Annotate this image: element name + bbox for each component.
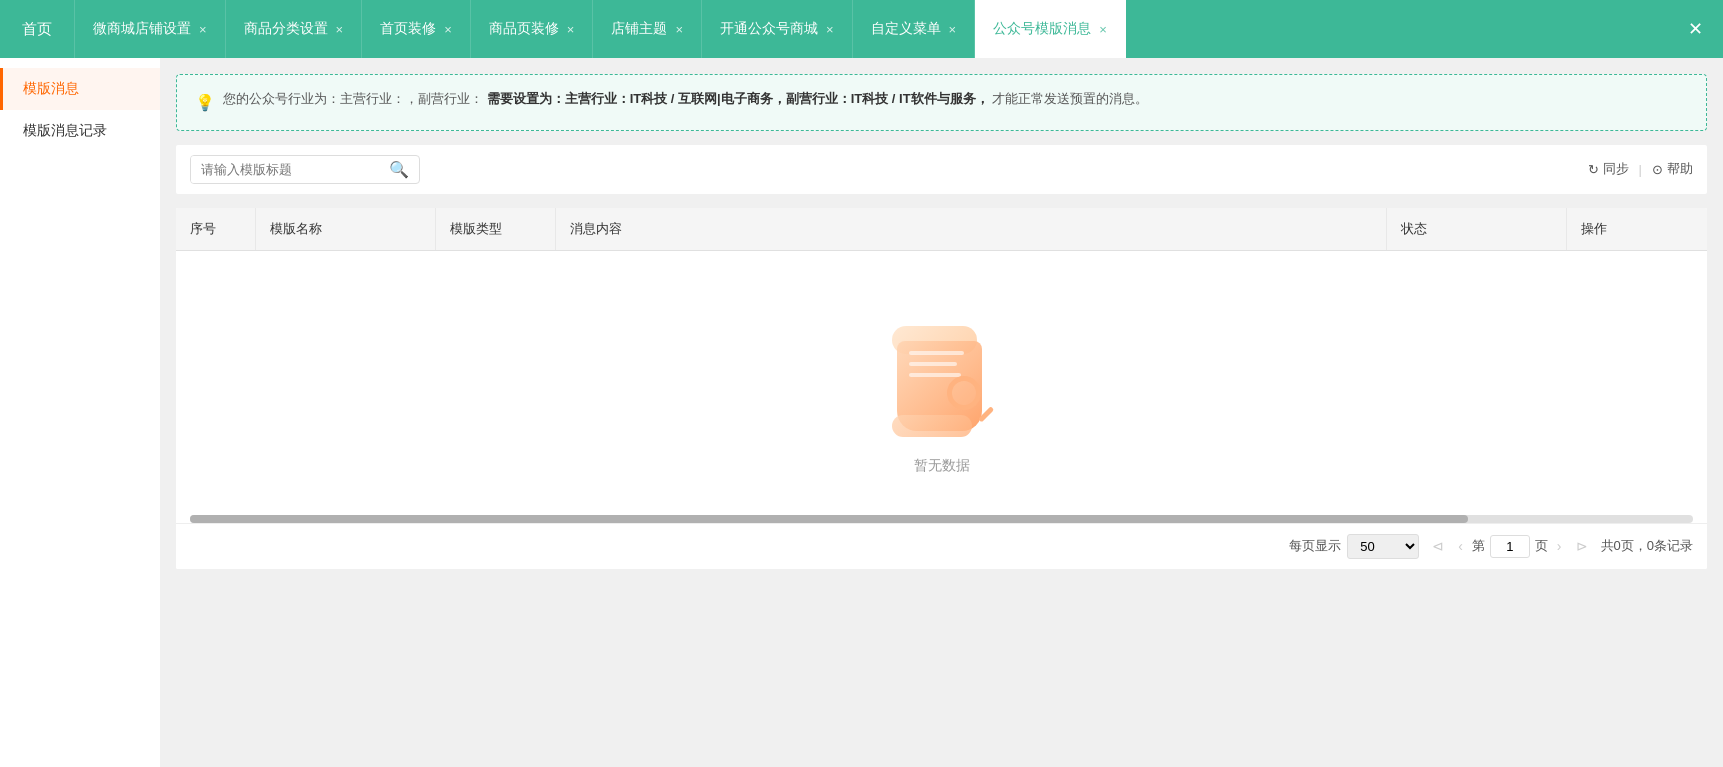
lightbulb-icon: 💡 (195, 90, 215, 116)
help-icon: ⊙ (1652, 162, 1663, 177)
sidebar-item-label: 模版消息记录 (23, 122, 107, 138)
tab-shop-theme[interactable]: 店铺主题 × (593, 0, 702, 58)
close-icon[interactable]: × (336, 22, 344, 37)
col-header-type: 模版类型 (436, 208, 556, 250)
col-header-content: 消息内容 (556, 208, 1387, 250)
tab-label: 商品页装修 (489, 20, 559, 38)
first-page-button[interactable]: ⊲ (1427, 536, 1449, 556)
close-icon[interactable]: × (567, 22, 575, 37)
scrollbar-thumb[interactable] (190, 515, 1468, 523)
notice-prefix: 您的公众号行业为：主营行业：，副营行业： (223, 91, 483, 106)
tab-home-label: 首页 (22, 20, 52, 39)
close-icon[interactable]: × (826, 22, 834, 37)
magnifier-handle (978, 406, 994, 422)
sync-icon: ↻ (1588, 162, 1599, 177)
tab-product-page-decor[interactable]: 商品页装修 × (471, 0, 594, 58)
tab-label: 店铺主题 (611, 20, 667, 38)
prev-page-button[interactable]: ‹ (1453, 536, 1468, 556)
page-navigation: ⊲ ‹ 第 页 › ⊳ (1427, 535, 1592, 558)
help-label: 帮助 (1667, 160, 1693, 178)
empty-text: 暂无数据 (914, 457, 970, 475)
help-button[interactable]: ⊙ 帮助 (1652, 160, 1693, 178)
sidebar-item-template-msg[interactable]: 模版消息 (0, 68, 160, 110)
col-header-status: 状态 (1387, 208, 1567, 250)
sidebar: 模版消息 模版消息记录 (0, 58, 160, 767)
scroll-line (909, 362, 957, 366)
page-suffix: 页 (1535, 537, 1548, 555)
magnifier-icon (947, 376, 997, 426)
close-icon[interactable]: × (199, 22, 207, 37)
notice-highlight: 需要设置为：主营行业：IT科技 / 互联网|电子商务，副营行业：IT科技 / I… (487, 91, 989, 106)
total-records-label: 共0页，0条记录 (1601, 537, 1693, 555)
horizontal-scrollbar[interactable] (190, 515, 1693, 523)
last-page-button[interactable]: ⊳ (1571, 536, 1593, 556)
tab-bar: 首页 微商城店铺设置 × 商品分类设置 × 首页装修 × 商品页装修 × 店铺主… (0, 0, 1723, 58)
tab-label: 首页装修 (380, 20, 436, 38)
toolbar-divider: | (1639, 162, 1642, 177)
tab-label: 开通公众号商城 (720, 20, 818, 38)
notice-suffix: 才能正常发送预置的消息。 (992, 91, 1148, 106)
pagination-bar: 每页显示 50 10 20 100 ⊲ ‹ 第 页 (176, 523, 1707, 569)
magnifier-circle (947, 376, 981, 410)
sync-button[interactable]: ↻ 同步 (1588, 160, 1629, 178)
per-page-label: 每页显示 (1289, 537, 1341, 555)
data-table: 序号 模版名称 模版类型 消息内容 状态 操作 (176, 208, 1707, 569)
empty-illustration (877, 311, 1007, 441)
close-icon[interactable]: × (675, 22, 683, 37)
page-label: 第 (1472, 537, 1485, 555)
search-input[interactable] (191, 156, 379, 183)
col-header-index: 序号 (176, 208, 256, 250)
sidebar-item-label: 模版消息 (23, 80, 79, 96)
toolbar: 🔍 ↻ 同步 | ⊙ 帮助 (176, 145, 1707, 194)
empty-state: 暂无数据 (176, 251, 1707, 515)
tab-template-message[interactable]: 公众号模版消息 × (975, 0, 1126, 58)
page-number-input[interactable] (1490, 535, 1530, 558)
scroll-line (909, 351, 964, 355)
close-icon[interactable]: × (949, 22, 957, 37)
col-header-name: 模版名称 (256, 208, 436, 250)
tab-homepage-decor[interactable]: 首页装修 × (362, 0, 471, 58)
scroll-lines (909, 351, 964, 377)
tab-label: 商品分类设置 (244, 20, 328, 38)
notice-text: 您的公众号行业为：主营行业：，副营行业： 需要设置为：主营行业：IT科技 / 互… (223, 89, 1148, 110)
tab-label: 自定义菜单 (871, 20, 941, 38)
next-page-button[interactable]: › (1552, 536, 1567, 556)
tab-label: 微商城店铺设置 (93, 20, 191, 38)
notice-box: 💡 您的公众号行业为：主营行业：，副营行业： 需要设置为：主营行业：IT科技 /… (176, 74, 1707, 131)
col-header-action: 操作 (1567, 208, 1707, 250)
per-page-dropdown[interactable]: 50 10 20 100 (1347, 534, 1419, 559)
search-box: 🔍 (190, 155, 420, 184)
per-page-select: 每页显示 50 10 20 100 (1289, 534, 1419, 559)
content-area: 💡 您的公众号行业为：主营行业：，副营行业： 需要设置为：主营行业：IT科技 /… (160, 58, 1723, 767)
sidebar-item-template-msg-record[interactable]: 模版消息记录 (0, 110, 160, 152)
tab-wshop-settings[interactable]: 微商城店铺设置 × (75, 0, 226, 58)
search-button[interactable]: 🔍 (379, 160, 419, 179)
close-icon[interactable]: × (1099, 22, 1107, 37)
tab-home[interactable]: 首页 (0, 0, 75, 58)
tab-custom-menu[interactable]: 自定义菜单 × (853, 0, 976, 58)
close-icon[interactable]: × (444, 22, 452, 37)
sync-label: 同步 (1603, 160, 1629, 178)
tab-product-category[interactable]: 商品分类设置 × (226, 0, 363, 58)
global-close-button[interactable]: ✕ (1668, 18, 1723, 40)
table-header: 序号 模版名称 模版类型 消息内容 状态 操作 (176, 208, 1707, 251)
main-layout: 模版消息 模版消息记录 💡 您的公众号行业为：主营行业：，副营行业： 需要设置为… (0, 58, 1723, 767)
toolbar-right: ↻ 同步 | ⊙ 帮助 (1588, 160, 1693, 178)
tab-label: 公众号模版消息 (993, 20, 1091, 38)
tab-open-wechat-shop[interactable]: 开通公众号商城 × (702, 0, 853, 58)
page-input-group: 第 页 (1472, 535, 1548, 558)
